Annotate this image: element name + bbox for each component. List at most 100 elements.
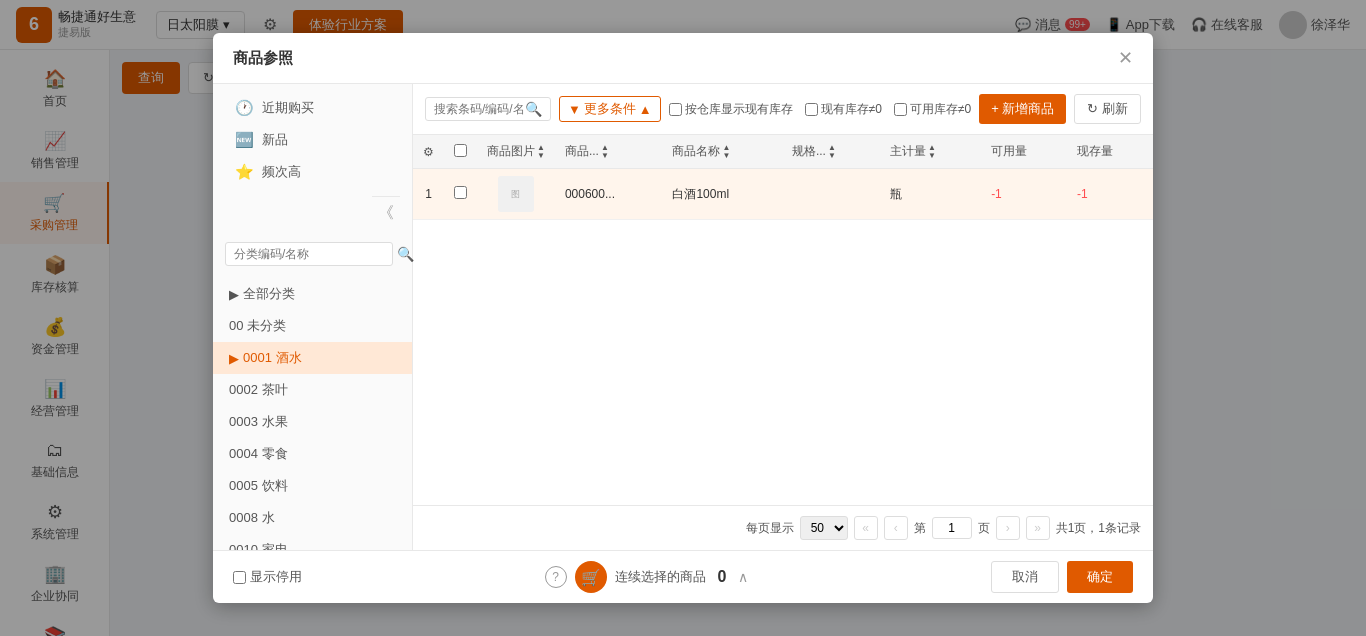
th-stock: 现存量 (1067, 135, 1153, 169)
category-item-0003[interactable]: 0003 水果 (213, 406, 412, 438)
row-spec (782, 169, 880, 220)
first-page-btn[interactable]: « (854, 516, 878, 540)
category-label-0010: 0010 家电 (229, 541, 288, 550)
table-body: 1 图 000600... (413, 169, 1153, 220)
warehouse-checkbox[interactable] (669, 103, 682, 116)
category-label-0002: 0002 茶叶 (229, 381, 288, 399)
category-label-0005: 0005 饮料 (229, 477, 288, 495)
quick-btn-recent-label: 近期购买 (262, 99, 314, 117)
category-item-0005[interactable]: 0005 饮料 (213, 470, 412, 502)
modal-close-button[interactable]: ✕ (1118, 47, 1133, 69)
filter-up-icon: ▲ (639, 102, 652, 117)
th-image-label: 商品图片 (487, 143, 535, 160)
quick-btn-recent[interactable]: 🕐 近期购买 (225, 92, 400, 124)
product-table-container: ⚙ 商品图片 ▲▼ (413, 135, 1153, 505)
th-code[interactable]: 商品... ▲▼ (555, 135, 662, 169)
warehouse-checkbox-label[interactable]: 按仓库显示现有库存 (669, 101, 793, 118)
classify-search-input[interactable] (225, 242, 393, 266)
toolbar: 🔍 ▼ 更多条件 ▲ 按仓库显示现有库存 (413, 84, 1153, 135)
filter-checkboxes: 按仓库显示现有库存 现有库存≠0 可用库存≠0 (669, 101, 972, 118)
category-list: ▶ 全部分类 00 未分类 ▶ 0001 酒水 0002 茶叶 (213, 274, 412, 550)
footer-right: 取消 确定 (991, 561, 1133, 593)
th-code-label: 商品... (565, 143, 599, 160)
category-item-0001[interactable]: ▶ 0001 酒水 (213, 342, 412, 374)
th-available: 可用量 (981, 135, 1067, 169)
product-search-input[interactable] (434, 102, 525, 116)
select-all-checkbox[interactable] (454, 144, 467, 157)
confirm-button[interactable]: 确定 (1067, 561, 1133, 593)
category-label-00: 00 未分类 (229, 317, 286, 335)
per-page-select[interactable]: 50 (800, 516, 848, 540)
help-icon[interactable]: ? (545, 566, 567, 588)
filter-label: 更多条件 (584, 100, 636, 118)
category-label-0001: 0001 酒水 (243, 349, 302, 367)
product-search-box[interactable]: 🔍 (425, 97, 551, 121)
category-item-0010[interactable]: 0010 家电 (213, 534, 412, 550)
quick-btn-new[interactable]: 🆕 新品 (225, 124, 400, 156)
filter-icon: ▼ (568, 102, 581, 117)
row-name: 白酒100ml (662, 169, 782, 220)
show-disabled-label[interactable]: 显示停用 (233, 568, 302, 586)
new-icon: 🆕 (235, 131, 254, 149)
th-unit[interactable]: 主计量 ▲▼ (880, 135, 981, 169)
quick-access-list: 🕐 近期购买 🆕 新品 ⭐ 频次高 (213, 84, 412, 196)
row-checkbox-cell[interactable] (444, 169, 477, 220)
pagination: 每页显示 50 « ‹ 第 页 › » 共1页，1条记录 (413, 505, 1153, 550)
collapse-panel-btn[interactable]: 《 (372, 196, 400, 230)
category-item-00[interactable]: 00 未分类 (213, 310, 412, 342)
expand-cart-btn[interactable]: ∧ (738, 569, 748, 585)
add-product-button[interactable]: + 新增商品 (979, 94, 1066, 124)
warehouse-label: 按仓库显示现有库存 (685, 101, 793, 118)
cart-icon-wrap: 🛒 (575, 561, 607, 593)
total-info: 共1页，1条记录 (1056, 520, 1141, 537)
th-settings[interactable]: ⚙ (413, 135, 444, 169)
right-panel: 🔍 ▼ 更多条件 ▲ 按仓库显示现有库存 (413, 84, 1153, 550)
available-stock-checkbox[interactable] (894, 103, 907, 116)
quick-btn-frequent[interactable]: ⭐ 频次高 (225, 156, 400, 188)
current-page-input[interactable] (932, 517, 972, 539)
th-available-label: 可用量 (991, 144, 1027, 158)
category-item-0008[interactable]: 0008 水 (213, 502, 412, 534)
current-stock-label: 现有库存≠0 (821, 101, 882, 118)
row-checkbox[interactable] (454, 186, 467, 199)
cancel-button[interactable]: 取消 (991, 561, 1059, 593)
product-image: 图 (498, 176, 534, 212)
current-stock-checkbox-label[interactable]: 现有库存≠0 (805, 101, 882, 118)
category-item-all[interactable]: ▶ 全部分类 (213, 278, 412, 310)
page-label: 第 (914, 520, 926, 537)
category-label-0003: 0003 水果 (229, 413, 288, 431)
th-name-label: 商品名称 (672, 143, 720, 160)
filter-button[interactable]: ▼ 更多条件 ▲ (559, 96, 661, 122)
th-name[interactable]: 商品名称 ▲▼ (662, 135, 782, 169)
category-item-0004[interactable]: 0004 零食 (213, 438, 412, 470)
product-search-icon[interactable]: 🔍 (525, 101, 542, 117)
category-item-0002[interactable]: 0002 茶叶 (213, 374, 412, 406)
classify-search-area: 🔍 (213, 234, 412, 274)
sort-arrows-image: ▲▼ (537, 144, 545, 160)
th-image[interactable]: 商品图片 ▲▼ (477, 135, 555, 169)
row-code: 000600... (555, 169, 662, 220)
refresh-button[interactable]: ↻ 刷新 (1074, 94, 1141, 124)
sort-arrows-unit: ▲▼ (928, 144, 936, 160)
th-spec[interactable]: 规格... ▲▼ (782, 135, 880, 169)
next-page-btn[interactable]: › (996, 516, 1020, 540)
current-stock-checkbox[interactable] (805, 103, 818, 116)
category-label-0004: 0004 零食 (229, 445, 288, 463)
modal-title: 商品参照 (233, 49, 293, 68)
last-page-btn[interactable]: » (1026, 516, 1050, 540)
sort-arrows-code: ▲▼ (601, 144, 609, 160)
quick-btn-frequent-label: 频次高 (262, 163, 301, 181)
product-reference-modal: 商品参照 ✕ 🕐 近期购买 🆕 新品 (213, 33, 1153, 603)
page-suffix: 页 (978, 520, 990, 537)
classify-search-icon[interactable]: 🔍 (397, 246, 414, 262)
category-arrow-all: ▶ (229, 287, 239, 302)
prev-page-btn[interactable]: ‹ (884, 516, 908, 540)
show-disabled-checkbox[interactable] (233, 571, 246, 584)
available-stock-checkbox-label[interactable]: 可用库存≠0 (894, 101, 971, 118)
cart-label: 连续选择的商品 (615, 568, 706, 586)
table-row[interactable]: 1 图 000600... (413, 169, 1153, 220)
category-label-0008: 0008 水 (229, 509, 275, 527)
product-table: ⚙ 商品图片 ▲▼ (413, 135, 1153, 220)
category-arrow-0001: ▶ (229, 351, 239, 366)
row-num: 1 (413, 169, 444, 220)
